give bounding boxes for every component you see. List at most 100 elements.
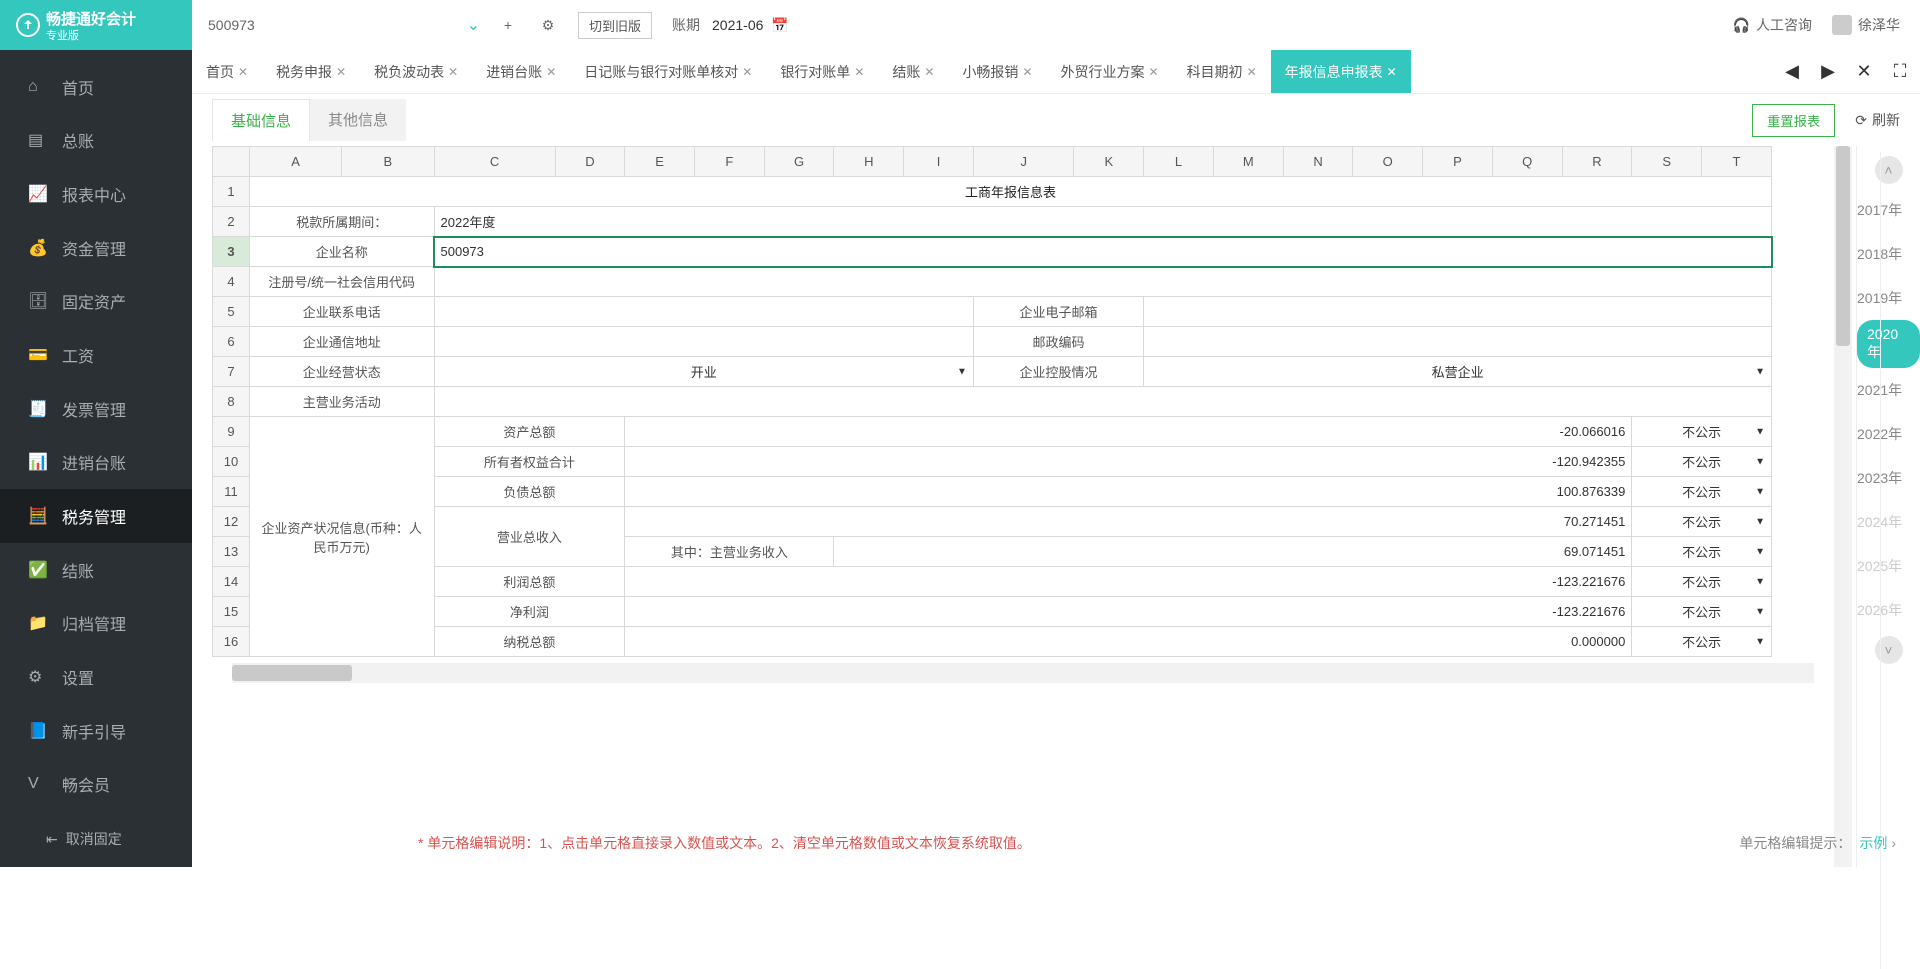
tab-close-icon[interactable]: ✕	[1387, 65, 1397, 79]
sidebar-item-tax[interactable]: 🧮税务管理	[0, 489, 192, 543]
row-header-11[interactable]: 11	[213, 477, 250, 507]
sidebar-item-funds[interactable]: 💰资金管理	[0, 221, 192, 275]
add-button[interactable]: +	[496, 13, 520, 37]
col-header-K[interactable]: K	[1074, 147, 1144, 177]
settings-icon[interactable]: ⚙	[536, 13, 560, 37]
unpin-button[interactable]: ⇤取消固定	[0, 811, 192, 867]
col-header-I[interactable]: I	[904, 147, 974, 177]
tab-进销台账[interactable]: 进销台账✕	[472, 50, 570, 93]
col-header-T[interactable]: T	[1702, 147, 1772, 177]
tab-close-icon[interactable]: ✕	[924, 65, 934, 79]
row-header-4[interactable]: 4	[213, 267, 250, 297]
spreadsheet[interactable]: ABCDEFGHIJKLMNOPQRST 1工商年报信息表2税款所属期间：202…	[212, 146, 1772, 657]
fin-value-cell[interactable]: 69.071451	[834, 537, 1632, 567]
col-header-R[interactable]: R	[1562, 147, 1632, 177]
col-header-D[interactable]: D	[555, 147, 625, 177]
col-header-C[interactable]: C	[434, 147, 555, 177]
row-header-6[interactable]: 6	[213, 327, 250, 357]
col-header-J[interactable]: J	[973, 147, 1074, 177]
col-header-Q[interactable]: Q	[1492, 147, 1562, 177]
company-selector[interactable]: 500973 ⌄	[208, 15, 488, 35]
main-biz-cell[interactable]	[434, 387, 1771, 417]
calendar-icon[interactable]: 📅	[771, 17, 788, 34]
tab-close-icon[interactable]: ✕	[448, 65, 458, 79]
row-header-13[interactable]: 13	[213, 537, 250, 567]
tab-close-icon[interactable]: ✕	[1149, 65, 1159, 79]
sidebar-item-invoice[interactable]: 🧾发票管理	[0, 382, 192, 436]
tab-close-icon[interactable]: ✕	[1022, 65, 1032, 79]
vertical-scrollbar[interactable]	[1834, 146, 1852, 867]
sidebar-item-vip[interactable]: V畅会员	[0, 757, 192, 811]
phone-cell[interactable]	[434, 297, 973, 327]
col-header-B[interactable]: B	[342, 147, 434, 177]
row-header-10[interactable]: 10	[213, 447, 250, 477]
fin-value-cell[interactable]: -20.066016	[625, 417, 1632, 447]
tab-首页[interactable]: 首页✕	[192, 50, 262, 93]
tab-close-icon[interactable]: ✕	[854, 65, 864, 79]
fin-value-cell[interactable]: 70.271451	[625, 507, 1632, 537]
edit-hint-example-link[interactable]: 示例	[1859, 833, 1887, 853]
refresh-button[interactable]: ⟳ 刷新	[1855, 110, 1900, 130]
fullscreen-button[interactable]: ⛶	[1884, 56, 1916, 88]
email-cell[interactable]	[1144, 297, 1772, 327]
col-header-O[interactable]: O	[1353, 147, 1423, 177]
fin-value-cell[interactable]: -123.221676	[625, 597, 1632, 627]
col-header-L[interactable]: L	[1144, 147, 1214, 177]
tab-税务申报[interactable]: 税务申报✕	[262, 50, 360, 93]
fin-value-cell[interactable]: -120.942355	[625, 447, 1632, 477]
col-header-F[interactable]: F	[695, 147, 765, 177]
tab-年报信息申报表[interactable]: 年报信息申报表✕	[1271, 50, 1411, 93]
row-header-15[interactable]: 15	[213, 597, 250, 627]
tab-close-icon[interactable]: ✕	[1247, 65, 1257, 79]
tab-税负波动表[interactable]: 税负波动表✕	[360, 50, 472, 93]
row-header-5[interactable]: 5	[213, 297, 250, 327]
col-header-N[interactable]: N	[1283, 147, 1353, 177]
fin-value-cell[interactable]: -123.221676	[625, 567, 1632, 597]
row-header-8[interactable]: 8	[213, 387, 250, 417]
publish-select[interactable]: 不公示▼	[1632, 447, 1772, 477]
publish-select[interactable]: 不公示▼	[1632, 507, 1772, 537]
tab-银行对账单[interactable]: 银行对账单✕	[766, 50, 878, 93]
row-header-3[interactable]: 3	[213, 237, 250, 267]
col-header-M[interactable]: M	[1213, 147, 1283, 177]
col-header-E[interactable]: E	[625, 147, 695, 177]
postcode-cell[interactable]	[1144, 327, 1772, 357]
subtab-其他信息[interactable]: 其他信息	[310, 99, 406, 141]
publish-select[interactable]: 不公示▼	[1632, 537, 1772, 567]
publish-select[interactable]: 不公示▼	[1632, 627, 1772, 657]
reg-code-cell[interactable]	[434, 267, 1771, 297]
tab-close-icon[interactable]: ✕	[336, 65, 346, 79]
tab-日记账与银行对账单核对[interactable]: 日记账与银行对账单核对✕	[570, 50, 766, 93]
row-header-1[interactable]: 1	[213, 177, 250, 207]
row-header-2[interactable]: 2	[213, 207, 250, 237]
sidebar-item-salary[interactable]: 💳工资	[0, 328, 192, 382]
sidebar-item-close[interactable]: ✅结账	[0, 543, 192, 597]
switch-old-version-button[interactable]: 切到旧版	[578, 12, 652, 39]
sidebar-item-guide[interactable]: 📘新手引导	[0, 704, 192, 758]
col-header-S[interactable]: S	[1632, 147, 1702, 177]
tab-科目期初[interactable]: 科目期初✕	[1173, 50, 1271, 93]
biz-status-select[interactable]: 开业▼	[434, 357, 973, 387]
publish-select[interactable]: 不公示▼	[1632, 567, 1772, 597]
row-header-9[interactable]: 9	[213, 417, 250, 447]
tab-close-all-button[interactable]: ✕	[1848, 56, 1880, 88]
fin-value-cell[interactable]: 100.876339	[625, 477, 1632, 507]
tab-close-icon[interactable]: ✕	[238, 65, 248, 79]
col-header-H[interactable]: H	[834, 147, 904, 177]
tab-结账[interactable]: 结账✕	[878, 50, 948, 93]
horizontal-scrollbar[interactable]	[232, 663, 1814, 683]
regenerate-report-button[interactable]: 重置报表	[1752, 104, 1835, 137]
col-header-A[interactable]: A	[249, 147, 341, 177]
col-header-G[interactable]: G	[764, 147, 834, 177]
row-header-12[interactable]: 12	[213, 507, 250, 537]
holding-select[interactable]: 私营企业▼	[1144, 357, 1772, 387]
tab-外贸行业方案[interactable]: 外贸行业方案✕	[1047, 50, 1173, 93]
publish-select[interactable]: 不公示▼	[1632, 417, 1772, 447]
sidebar-item-archive[interactable]: 📁归档管理	[0, 596, 192, 650]
company-name-cell[interactable]: 500973	[434, 237, 1771, 267]
tab-close-icon[interactable]: ✕	[546, 65, 556, 79]
fin-value-cell[interactable]: 0.000000	[625, 627, 1632, 657]
col-header-P[interactable]: P	[1423, 147, 1493, 177]
support-link[interactable]: 🎧 人工咨询	[1733, 15, 1812, 35]
sidebar-item-psi[interactable]: 📊进销台账	[0, 435, 192, 489]
